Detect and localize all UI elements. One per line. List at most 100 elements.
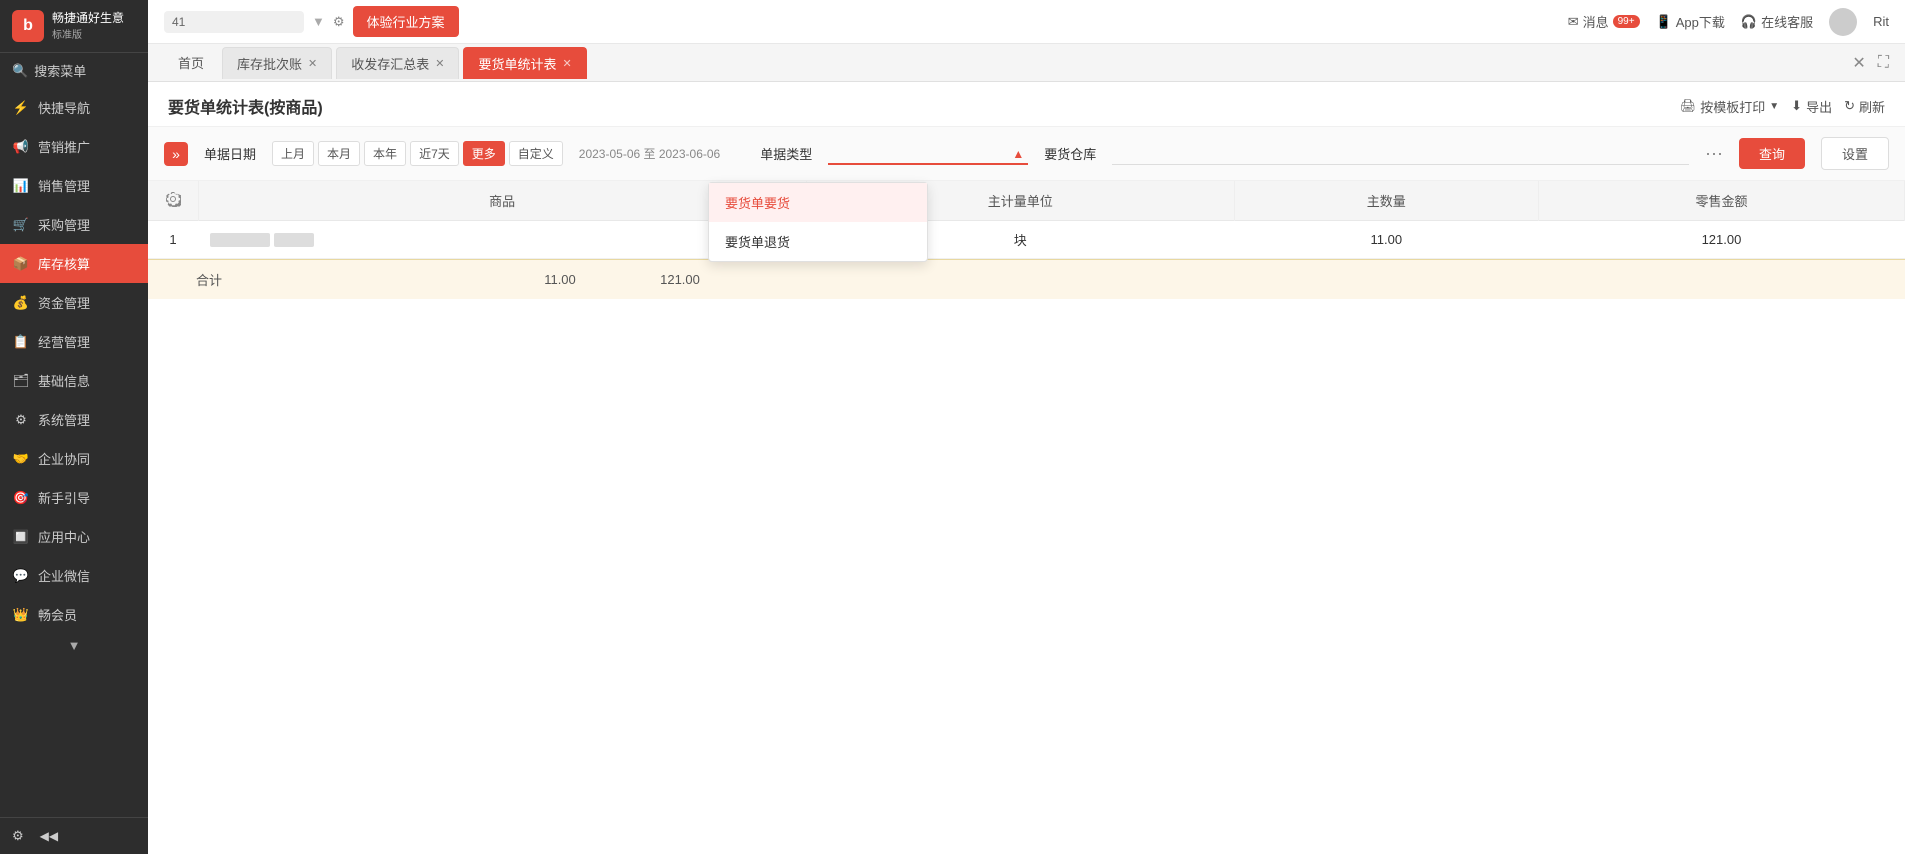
- expand-icon[interactable]: ✕: [1852, 53, 1865, 73]
- sidebar-item-label-purchase: 采购管理: [38, 215, 90, 234]
- tab-order-stats[interactable]: 要货单统计表 ✕: [463, 47, 586, 79]
- cell-seq-0: 1: [148, 221, 198, 259]
- refresh-icon: ↻: [1844, 98, 1855, 114]
- tab-home[interactable]: 首页: [164, 47, 218, 78]
- sidebar-item-wechat[interactable]: 💬 企业微信: [0, 556, 148, 595]
- tab-label-order-stats: 要货单统计表: [478, 54, 556, 73]
- table-body: 1 块 11.00 121.00: [148, 221, 1905, 259]
- tab-batch-account[interactable]: 库存批次账✕: [222, 47, 332, 79]
- sidebar-item-icon-finance: 💰: [12, 294, 30, 312]
- messages-btn[interactable]: ✉ 消息 99+: [1568, 12, 1640, 31]
- sidebar-item-finance[interactable]: 💰 资金管理: [0, 283, 148, 322]
- sidebar-logo: b 畅捷通好生意 标准版: [0, 0, 148, 53]
- tab-bar: 首页库存批次账✕ 收发存汇总表 ✕ 要货单统计表 ✕ ✕ ⛶: [148, 44, 1905, 82]
- sidebar-nav: ⚡ 快捷导航 📢 营销推广 📊 销售管理 🛒 采购管理 📦 库存核算 💰 资金管…: [0, 88, 148, 634]
- type-select[interactable]: [828, 142, 1028, 165]
- search-icon: 🔍: [12, 63, 28, 79]
- page-header: 要货单统计表(按商品) 🖨 按模板打印 ▼ ⬇ 导出 ↻ 刷新: [148, 82, 1905, 127]
- cell-qty-0: 11.00: [1234, 221, 1538, 259]
- this-month-btn[interactable]: 本月: [318, 141, 360, 166]
- sidebar-item-system[interactable]: ⚙ 系统管理: [0, 400, 148, 439]
- main-content: ▼ ⚙ 体验行业方案 ✉ 消息 99+ 📱 App下载 🎧 在线客服 Rit 首…: [148, 0, 1905, 854]
- app-download-btn[interactable]: 📱 App下载: [1656, 12, 1725, 31]
- sidebar-item-icon-inventory: 📦: [12, 255, 30, 273]
- filter-more-icon[interactable]: ⋯: [1705, 145, 1723, 163]
- sidebar-item-inventory[interactable]: 📦 库存核算: [0, 244, 148, 283]
- date-buttons: 上月 本月 本年 近7天 更多 自定义: [272, 141, 563, 166]
- settings-icon[interactable]: ⚙: [12, 828, 24, 844]
- print-btn[interactable]: 🖨 按模板打印 ▼: [1680, 97, 1779, 116]
- sidebar-item-label-member: 畅会员: [38, 605, 77, 624]
- table-header-row: 商品 主计量单位 主数量 零售金额: [148, 181, 1905, 221]
- sidebar-item-label-operations: 经营管理: [38, 332, 90, 351]
- collapse-icon[interactable]: ◀◀: [40, 829, 58, 843]
- user-avatar[interactable]: [1829, 8, 1857, 36]
- industry-btn[interactable]: 体验行业方案: [353, 6, 459, 37]
- sidebar-item-purchase[interactable]: 🛒 采购管理: [0, 205, 148, 244]
- table-row: 1 块 11.00 121.00: [148, 221, 1905, 259]
- sidebar-item-marketing[interactable]: 📢 营销推广: [0, 127, 148, 166]
- sidebar-item-icon-wechat: 💬: [12, 567, 30, 585]
- custom-date-btn[interactable]: 自定义: [509, 141, 563, 166]
- dropdown-item-order[interactable]: 要货单要货: [709, 183, 927, 222]
- query-btn[interactable]: 查询: [1739, 138, 1805, 169]
- sidebar-item-basic[interactable]: 🗂 基础信息: [0, 361, 148, 400]
- sidebar-item-label-apps: 应用中心: [38, 527, 90, 546]
- tab-close-receive-summary[interactable]: ✕: [435, 57, 444, 70]
- settings-gear-icon[interactable]: ⚙: [333, 14, 345, 30]
- filter-settings-btn[interactable]: 设置: [1821, 137, 1889, 170]
- service-icon: 🎧: [1741, 14, 1757, 30]
- date-filter-label: 单据日期: [204, 144, 256, 163]
- page-actions: 🖨 按模板打印 ▼ ⬇ 导出 ↻ 刷新: [1680, 97, 1885, 116]
- sidebar-item-member[interactable]: 👑 畅会员: [0, 595, 148, 634]
- message-badge: 99+: [1613, 15, 1640, 28]
- topbar: ▼ ⚙ 体验行业方案 ✉ 消息 99+ 📱 App下载 🎧 在线客服 Rit: [148, 0, 1905, 44]
- refresh-btn[interactable]: ↻ 刷新: [1844, 97, 1885, 116]
- last-7-days-btn[interactable]: 近7天: [410, 141, 459, 166]
- online-service-btn[interactable]: 🎧 在线客服: [1741, 12, 1813, 31]
- data-table-wrap: 商品 主计量单位 主数量 零售金额 1 块 11.00 121.00: [148, 181, 1905, 259]
- breadcrumb-input[interactable]: [164, 11, 304, 33]
- date-range-text: 2023-05-06 至 2023-06-06: [579, 145, 720, 162]
- tabs-list: 首页库存批次账✕ 收发存汇总表 ✕ 要货单统计表 ✕: [164, 47, 1848, 79]
- last-month-btn[interactable]: 上月: [272, 141, 314, 166]
- export-btn[interactable]: ⬇ 导出: [1791, 97, 1832, 116]
- sidebar-item-sales[interactable]: 📊 销售管理: [0, 166, 148, 205]
- sidebar: b 畅捷通好生意 标准版 🔍 搜索菜单 ⚡ 快捷导航 📢 营销推广 📊 销售管理…: [0, 0, 148, 854]
- topbar-right: ✉ 消息 99+ 📱 App下载 🎧 在线客服 Rit: [1568, 8, 1889, 36]
- filter-toggle-btn[interactable]: »: [164, 142, 188, 166]
- type-chevron-icon: ▲: [1012, 147, 1024, 161]
- sidebar-item-icon-purchase: 🛒: [12, 216, 30, 234]
- sidebar-item-quick-nav[interactable]: ⚡ 快捷导航: [0, 88, 148, 127]
- fullscreen-icon[interactable]: ⛶: [1878, 54, 1889, 72]
- sidebar-item-apps[interactable]: 🔲 应用中心: [0, 517, 148, 556]
- tab-close-order-stats[interactable]: ✕: [563, 57, 572, 70]
- sidebar-item-operations[interactable]: 📋 经营管理: [0, 322, 148, 361]
- app-icon: 📱: [1656, 14, 1672, 30]
- table-footer: 合计 11.00 121.00: [148, 259, 1905, 299]
- search-menu-item[interactable]: 🔍 搜索菜单: [0, 53, 148, 88]
- footer-amount: 121.00: [620, 272, 740, 287]
- dropdown-item-return[interactable]: 要货单退货: [709, 222, 927, 261]
- topbar-left: ▼ ⚙ 体验行业方案: [164, 6, 1556, 37]
- sidebar-bottom: ⚙ ◀◀: [0, 817, 148, 854]
- tab-close-batch-account[interactable]: ✕: [308, 57, 317, 70]
- type-select-wrap: ▲: [828, 142, 1028, 165]
- warehouse-input[interactable]: [1112, 143, 1689, 165]
- scroll-down-btn[interactable]: ▼: [0, 634, 148, 657]
- breadcrumb-chevron-icon: ▼: [312, 14, 325, 29]
- footer-label: 合计: [160, 270, 380, 289]
- app-logo-text: 畅捷通好生意 标准版: [52, 11, 124, 42]
- sidebar-item-icon-apps: 🔲: [12, 528, 30, 546]
- this-year-btn[interactable]: 本年: [364, 141, 406, 166]
- tab-receive-summary[interactable]: 收发存汇总表 ✕: [336, 47, 459, 79]
- more-dates-btn[interactable]: 更多: [463, 141, 505, 166]
- tab-label-receive-summary: 收发存汇总表: [351, 54, 429, 73]
- sidebar-item-enterprise[interactable]: 🤝 企业协同: [0, 439, 148, 478]
- sidebar-item-label-inventory: 库存核算: [38, 254, 90, 273]
- sidebar-item-icon-guide: 🎯: [12, 489, 30, 507]
- col-settings[interactable]: [148, 181, 198, 221]
- message-icon: ✉: [1568, 14, 1579, 30]
- sidebar-item-guide[interactable]: 🎯 新手引导: [0, 478, 148, 517]
- type-dropdown: 要货单要货 要货单退货: [708, 182, 928, 262]
